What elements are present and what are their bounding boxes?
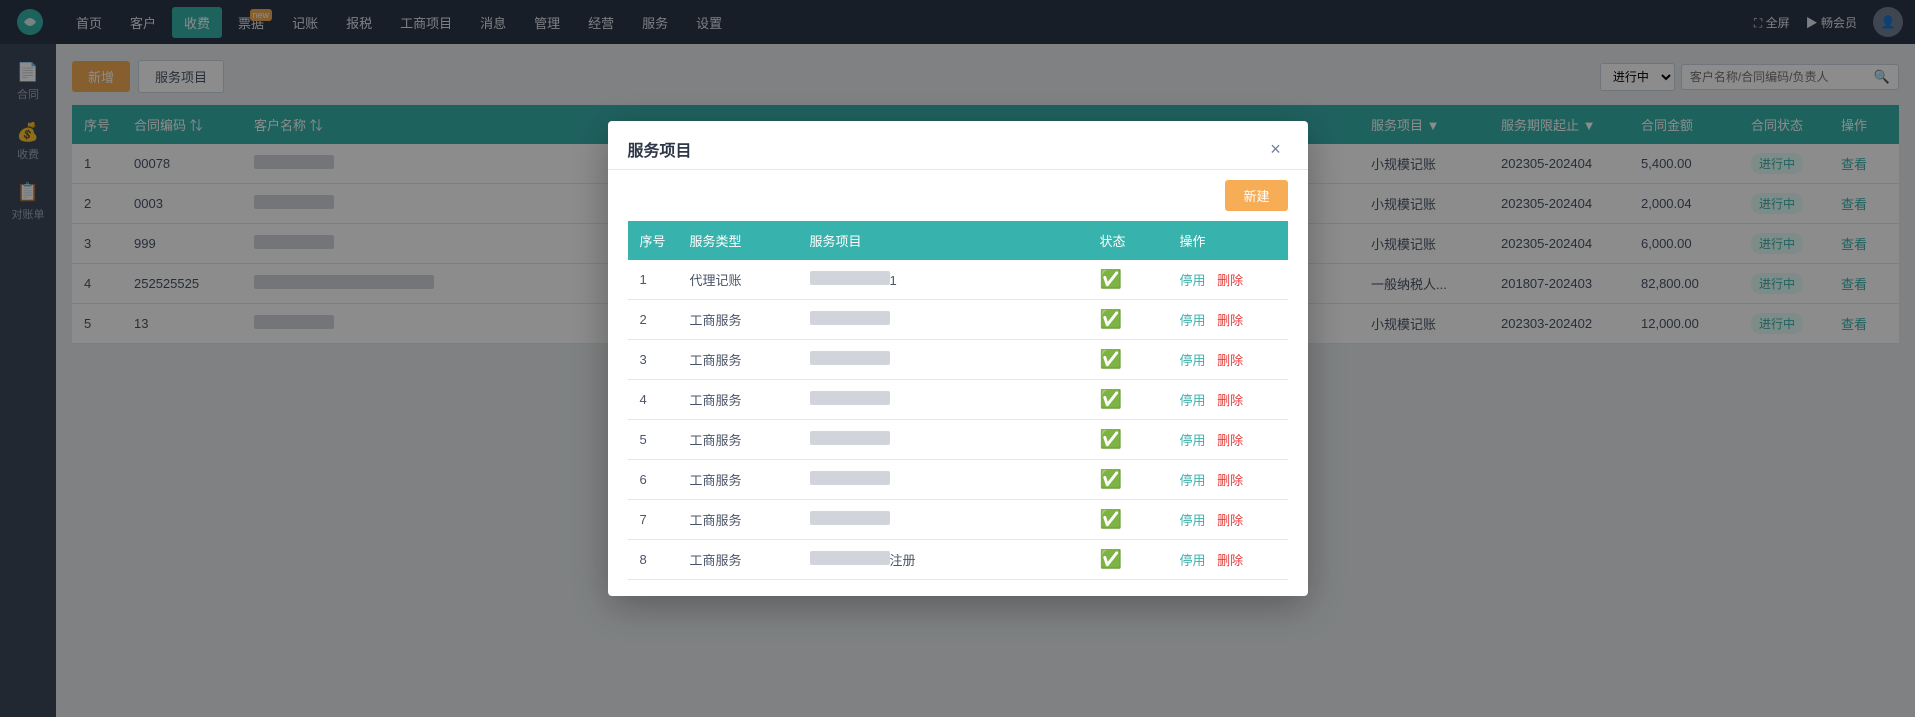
modal-cell-type: 工商服务 (678, 340, 798, 380)
disable-link-4[interactable]: 停用 (1180, 433, 1206, 448)
modal-cell-type: 工商服务 (678, 460, 798, 500)
modal-cell-seq: 7 (628, 500, 678, 540)
modal-cell-type: 工商服务 (678, 380, 798, 420)
modal-cell-seq: 5 (628, 420, 678, 460)
modal-table-row: 6 工商服务 ✅ 停用 删除 (628, 460, 1288, 500)
modal-cell-status: ✅ (1088, 300, 1168, 340)
modal-close-button[interactable]: × (1264, 137, 1288, 161)
delete-link-2[interactable]: 删除 (1217, 353, 1243, 368)
modal-cell-item (798, 380, 1088, 420)
modal-table-row: 3 工商服务 ✅ 停用 删除 (628, 340, 1288, 380)
modal-table-row: 2 工商服务 ✅ 停用 删除 (628, 300, 1288, 340)
modal-col-actions: 操作 (1168, 221, 1288, 260)
modal-cell-status: ✅ (1088, 540, 1168, 580)
modal-cell-item (798, 460, 1088, 500)
modal-cell-item (798, 420, 1088, 460)
modal-cell-type: 代理记账 (678, 260, 798, 300)
modal-cell-item: 1 (798, 260, 1088, 300)
modal-cell-seq: 6 (628, 460, 678, 500)
disable-link-7[interactable]: 停用 (1180, 553, 1206, 568)
modal-cell-item (798, 340, 1088, 380)
delete-link-7[interactable]: 删除 (1217, 553, 1243, 568)
modal-overlay[interactable]: 服务项目 × 新建 序号 服务类型 服务项目 状态 操作 (0, 0, 1915, 717)
delete-link-5[interactable]: 删除 (1217, 473, 1243, 488)
modal-table-row: 1 代理记账 1 ✅ 停用 删除 (628, 260, 1288, 300)
modal-cell-type: 工商服务 (678, 500, 798, 540)
modal-cell-type: 工商服务 (678, 540, 798, 580)
modal-new-button[interactable]: 新建 (1225, 180, 1287, 211)
modal-cell-seq: 2 (628, 300, 678, 340)
delete-link-3[interactable]: 删除 (1217, 393, 1243, 408)
disable-link-5[interactable]: 停用 (1180, 473, 1206, 488)
modal-table-row: 7 工商服务 ✅ 停用 删除 (628, 500, 1288, 540)
modal-col-status: 状态 (1088, 221, 1168, 260)
modal-table-row: 5 工商服务 ✅ 停用 删除 (628, 420, 1288, 460)
disable-link-1[interactable]: 停用 (1180, 313, 1206, 328)
modal-cell-item: 注册 (798, 540, 1088, 580)
delete-link-1[interactable]: 删除 (1217, 313, 1243, 328)
modal-cell-actions: 停用 删除 (1168, 420, 1288, 460)
modal-cell-status: ✅ (1088, 340, 1168, 380)
modal-cell-status: ✅ (1088, 500, 1168, 540)
modal-col-seq: 序号 (628, 221, 678, 260)
modal-cell-type: 工商服务 (678, 420, 798, 460)
modal-cell-type: 工商服务 (678, 300, 798, 340)
delete-link-0[interactable]: 删除 (1217, 273, 1243, 288)
disable-link-0[interactable]: 停用 (1180, 273, 1206, 288)
modal-cell-actions: 停用 删除 (1168, 300, 1288, 340)
service-items-modal: 服务项目 × 新建 序号 服务类型 服务项目 状态 操作 (608, 121, 1308, 596)
modal-title: 服务项目 (628, 137, 692, 161)
disable-link-6[interactable]: 停用 (1180, 513, 1206, 528)
modal-cell-actions: 停用 删除 (1168, 500, 1288, 540)
modal-cell-actions: 停用 删除 (1168, 540, 1288, 580)
modal-cell-actions: 停用 删除 (1168, 460, 1288, 500)
modal-cell-status: ✅ (1088, 380, 1168, 420)
delete-link-6[interactable]: 删除 (1217, 513, 1243, 528)
service-items-table: 序号 服务类型 服务项目 状态 操作 1 代理记账 1 ✅ (628, 221, 1288, 580)
modal-cell-status: ✅ (1088, 260, 1168, 300)
modal-table-row: 4 工商服务 ✅ 停用 删除 (628, 380, 1288, 420)
modal-cell-status: ✅ (1088, 460, 1168, 500)
modal-toolbar: 新建 (608, 170, 1308, 221)
modal-col-type: 服务类型 (678, 221, 798, 260)
modal-cell-item (798, 500, 1088, 540)
modal-cell-item (798, 300, 1088, 340)
delete-link-4[interactable]: 删除 (1217, 433, 1243, 448)
modal-cell-actions: 停用 删除 (1168, 260, 1288, 300)
disable-link-2[interactable]: 停用 (1180, 353, 1206, 368)
modal-cell-seq: 1 (628, 260, 678, 300)
modal-table-row: 8 工商服务 注册 ✅ 停用 删除 (628, 540, 1288, 580)
modal-cell-status: ✅ (1088, 420, 1168, 460)
disable-link-3[interactable]: 停用 (1180, 393, 1206, 408)
modal-cell-actions: 停用 删除 (1168, 340, 1288, 380)
modal-cell-seq: 4 (628, 380, 678, 420)
modal-body: 序号 服务类型 服务项目 状态 操作 1 代理记账 1 ✅ (608, 221, 1308, 596)
modal-cell-seq: 3 (628, 340, 678, 380)
modal-cell-actions: 停用 删除 (1168, 380, 1288, 420)
modal-col-item: 服务项目 (798, 221, 1088, 260)
modal-header: 服务项目 × (608, 121, 1308, 170)
modal-cell-seq: 8 (628, 540, 678, 580)
